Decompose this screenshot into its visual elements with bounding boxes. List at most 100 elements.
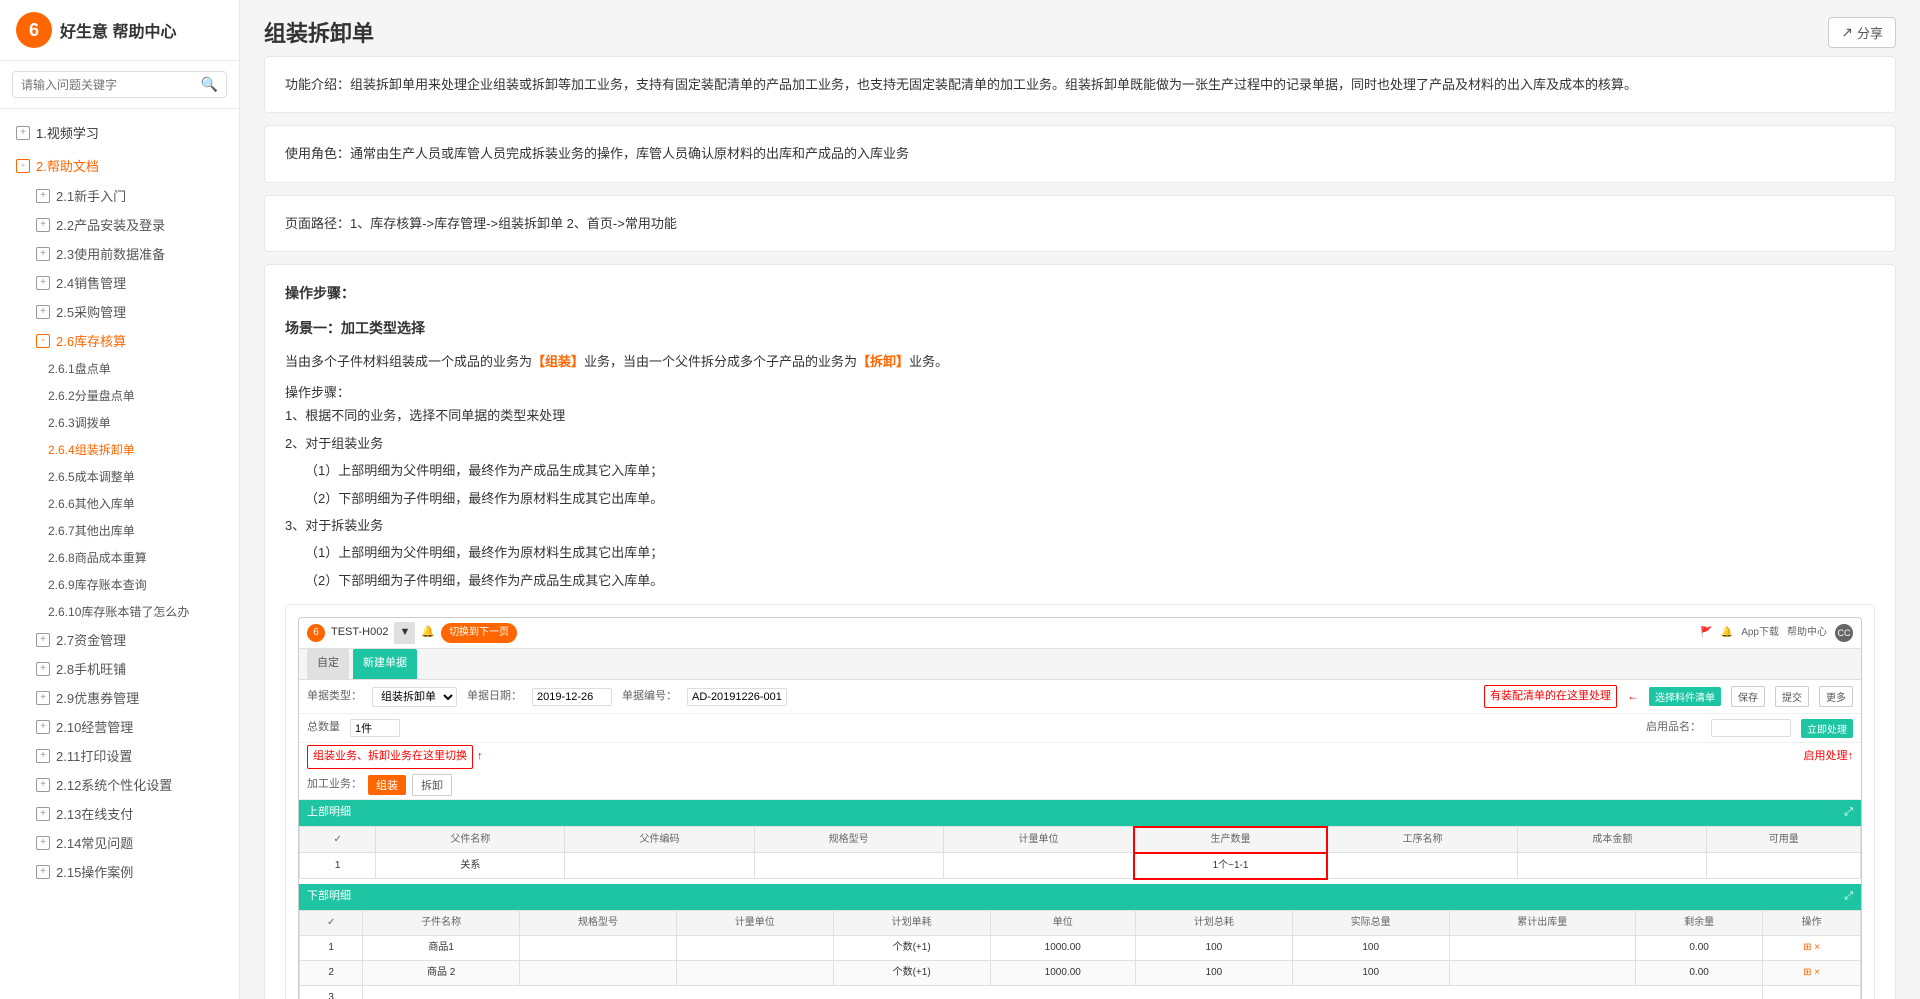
sidebar-item-2-6-1[interactable]: 2.6.1盘点单 — [0, 355, 239, 382]
nav-tree: + 1.视频学习 - 2.帮助文档 + 2.1新手入门 + 2.2产品安装及登录 — [0, 109, 239, 999]
mock-tab-new[interactable]: 新建单据 — [353, 649, 417, 679]
sidebar-item-2-6-5[interactable]: 2.6.5成本调整单 — [0, 463, 239, 490]
step-3-sub: （1）上部明细为父件明细，最终作为原材料生成其它出库单； （2）下部明细为子件明… — [285, 541, 1875, 592]
mock-qty-input[interactable] — [350, 719, 400, 737]
mock-upper-cell-code — [565, 853, 754, 879]
sidebar-item-2-6-2[interactable]: 2.6.2分量盘点单 — [0, 382, 239, 409]
operations-title: 操作步骤： — [285, 281, 1875, 306]
sidebar-item-2-8[interactable]: + 2.8手机旺铺 — [0, 654, 239, 683]
sidebar-item-2-15[interactable]: + 2.15操作案例 — [0, 857, 239, 886]
mock-lower-expand[interactable]: ⤢ — [1844, 887, 1853, 907]
mock-lower-cell-name-2: 商品 2 — [363, 960, 520, 985]
mock-no-input[interactable] — [687, 688, 787, 706]
sidebar-item-2-13[interactable]: + 2.13在线支付 — [0, 799, 239, 828]
expand-icon-2-9: + — [36, 691, 50, 705]
sidebar-item-2-6-10[interactable]: 2.6.10库存账本错了怎么办 — [0, 598, 239, 625]
path-text: 页面路径：1、库存核算->库存管理->组装拆卸单 2、首页->常用功能 — [285, 216, 677, 231]
sidebar-item-2-10[interactable]: + 2.10经营管理 — [0, 712, 239, 741]
sidebar-item-2-4[interactable]: + 2.4销售管理 — [0, 268, 239, 297]
sidebar-item-2-label: 2.帮助文档 — [36, 156, 99, 175]
mock-upper-cell-name: 关系 — [376, 853, 565, 879]
search-icon[interactable]: 🔍 — [201, 76, 218, 93]
mock-enable-input[interactable] — [1711, 719, 1791, 737]
mock-lower-cell-num-2: 2 — [300, 960, 363, 985]
sidebar-item-2-9-label: 2.9优惠券管理 — [56, 688, 139, 707]
sidebar-item-2-11[interactable]: + 2.11打印设置 — [0, 741, 239, 770]
mock-tab-custom[interactable]: 自定 — [307, 649, 349, 679]
expand-icon-2-14: + — [36, 836, 50, 850]
sidebar-item-2-14[interactable]: + 2.14常见问题 — [0, 828, 239, 857]
sidebar-item-2-3[interactable]: + 2.3使用前数据准备 — [0, 239, 239, 268]
sidebar-item-2-6-label: 2.6库存核算 — [56, 331, 126, 350]
search-box: 🔍 — [12, 71, 227, 98]
steps-title: 操作步骤： — [285, 381, 1875, 404]
mock-help-btn[interactable]: 帮助中心 — [1787, 624, 1827, 642]
sidebar-item-1-label: 1.视频学习 — [36, 123, 99, 142]
mock-flag: 🚩 — [1700, 624, 1712, 642]
sidebar-item-2-12[interactable]: + 2.12系统个性化设置 — [0, 770, 239, 799]
mock-upper-table: ✓ 父件名称 父件编码 规格型号 计量单位 生产数量 工序名称 成本金额 — [299, 826, 1861, 880]
mock-btn-assembly[interactable]: 组装 — [368, 775, 406, 795]
mock-upper-th-check: ✓ — [300, 827, 376, 853]
mock-upper-cell-unit — [943, 853, 1134, 879]
intro-text: 功能介绍：组装拆卸单用来处理企业组装或拆卸等加工业务，支持有固定装配清单的产品加… — [285, 77, 1637, 92]
mock-date-label: 单据日期： — [467, 687, 522, 707]
arrow-icon-process: ↑ — [477, 747, 483, 767]
mock-date-input[interactable] — [532, 688, 612, 706]
intro-section: 功能介绍：组装拆卸单用来处理企业组装或拆卸等加工业务，支持有固定装配清单的产品加… — [264, 56, 1896, 113]
mock-btn-save[interactable]: 保存 — [1731, 686, 1765, 707]
share-button[interactable]: ↗ 分享 — [1828, 17, 1896, 48]
mock-upper-expand[interactable]: ⤢ — [1844, 803, 1853, 823]
step-3: 3、对于拆装业务 — [285, 514, 1875, 537]
main-content: 功能介绍：组装拆卸单用来处理企业组装或拆卸等加工业务，支持有固定装配清单的产品加… — [240, 56, 1920, 999]
nav-sub-children-2-6: 2.6.1盘点单 2.6.2分量盘点单 2.6.3调拨单 2.6.4组装拆卸单 … — [0, 355, 239, 625]
mock-type-select[interactable]: 组装拆卸单 — [372, 687, 457, 707]
mock-lower-row-1: 1 商品1 个数(+1) 1000.00 100 100 — [300, 935, 1861, 960]
mock-btn-disassembly[interactable]: 拆卸 — [412, 774, 452, 796]
mock-next-btn[interactable]: 切换到下一页 — [441, 623, 517, 643]
mock-lower-th-unit: 计量单位 — [676, 910, 833, 935]
sidebar-item-1[interactable]: + 1.视频学习 — [0, 117, 239, 148]
sidebar-item-2-5-label: 2.5采购管理 — [56, 302, 126, 321]
mock-btn-enable[interactable]: 立即处理 — [1801, 719, 1853, 738]
mock-lower-op-2[interactable]: ⊞ × — [1803, 967, 1820, 978]
sidebar-item-2-6-8[interactable]: 2.6.8商品成本重算 — [0, 544, 239, 571]
expand-icon-2-10: + — [36, 720, 50, 734]
sidebar-item-2-6-9[interactable]: 2.6.9库存账本查询 — [0, 571, 239, 598]
mock-top-bar: 6 TEST-H002 ▼ 🔔 切换到下一页 🚩 🔔 App下载 帮助中心 — [299, 618, 1861, 649]
mock-apps-btn[interactable]: App下载 — [1741, 624, 1779, 642]
mock-lower-op-1[interactable]: ⊞ × — [1803, 942, 1820, 953]
sidebar-item-2-15-label: 2.15操作案例 — [56, 862, 133, 881]
search-area: 🔍 — [0, 61, 239, 109]
expand-icon-2-11: + — [36, 749, 50, 763]
mock-lower-th-check: ✓ — [300, 910, 363, 935]
sidebar-item-2-14-label: 2.14常见问题 — [56, 833, 133, 852]
mock-lower-th-plan-total: 计划总耗 — [1135, 910, 1292, 935]
sidebar-item-2-6-6[interactable]: 2.6.6其他入库单 — [0, 490, 239, 517]
mock-btn-submit[interactable]: 提交 — [1775, 686, 1809, 707]
mock-lower-row-2: 2 商品 2 个数(+1) 1000.00 100 100 — [300, 960, 1861, 985]
sidebar-item-2-7[interactable]: + 2.7资金管理 — [0, 625, 239, 654]
sidebar: 6 好生意 帮助中心 🔍 + 1.视频学习 - 2.帮助文档 + 2.1 — [0, 0, 240, 999]
sidebar-item-2-1[interactable]: + 2.1新手入门 — [0, 181, 239, 210]
sidebar-item-2-2[interactable]: + 2.2产品安装及登录 — [0, 210, 239, 239]
sidebar-item-2-6-7[interactable]: 2.6.7其他出库单 — [0, 517, 239, 544]
sidebar-item-2-6[interactable]: - 2.6库存核算 — [0, 326, 239, 355]
expand-icon-2-12: + — [36, 778, 50, 792]
mock-btn-more[interactable]: 更多 — [1819, 686, 1853, 707]
search-input[interactable] — [21, 78, 201, 92]
mock-upper-th-cost: 成本金额 — [1518, 827, 1707, 853]
sidebar-item-2[interactable]: - 2.帮助文档 — [0, 150, 239, 181]
mock-logo: 6 — [307, 624, 325, 642]
mock-btn-select-bom[interactable]: 选择料件清单 — [1649, 687, 1721, 706]
mock-annotation-right: 启用处理 — [1804, 747, 1848, 767]
sidebar-item-2-6-4[interactable]: 2.6.4组装拆卸单 — [0, 436, 239, 463]
sidebar-item-2-6-3[interactable]: 2.6.3调拨单 — [0, 409, 239, 436]
mock-upper-table-wrapper: ✓ 父件名称 父件编码 规格型号 计量单位 生产数量 工序名称 成本金额 — [299, 826, 1861, 880]
mock-lower-th-name: 子件名称 — [363, 910, 520, 935]
sidebar-item-2-5[interactable]: + 2.5采购管理 — [0, 297, 239, 326]
mock-upper-th-code: 父件编码 — [565, 827, 754, 853]
sidebar-item-2-4-label: 2.4销售管理 — [56, 273, 126, 292]
sidebar-item-2-9[interactable]: + 2.9优惠券管理 — [0, 683, 239, 712]
mock-lower-table-wrapper: ✓ 子件名称 规格型号 计量单位 计划单耗 单位 计划总耗 实际总量 — [299, 910, 1861, 999]
